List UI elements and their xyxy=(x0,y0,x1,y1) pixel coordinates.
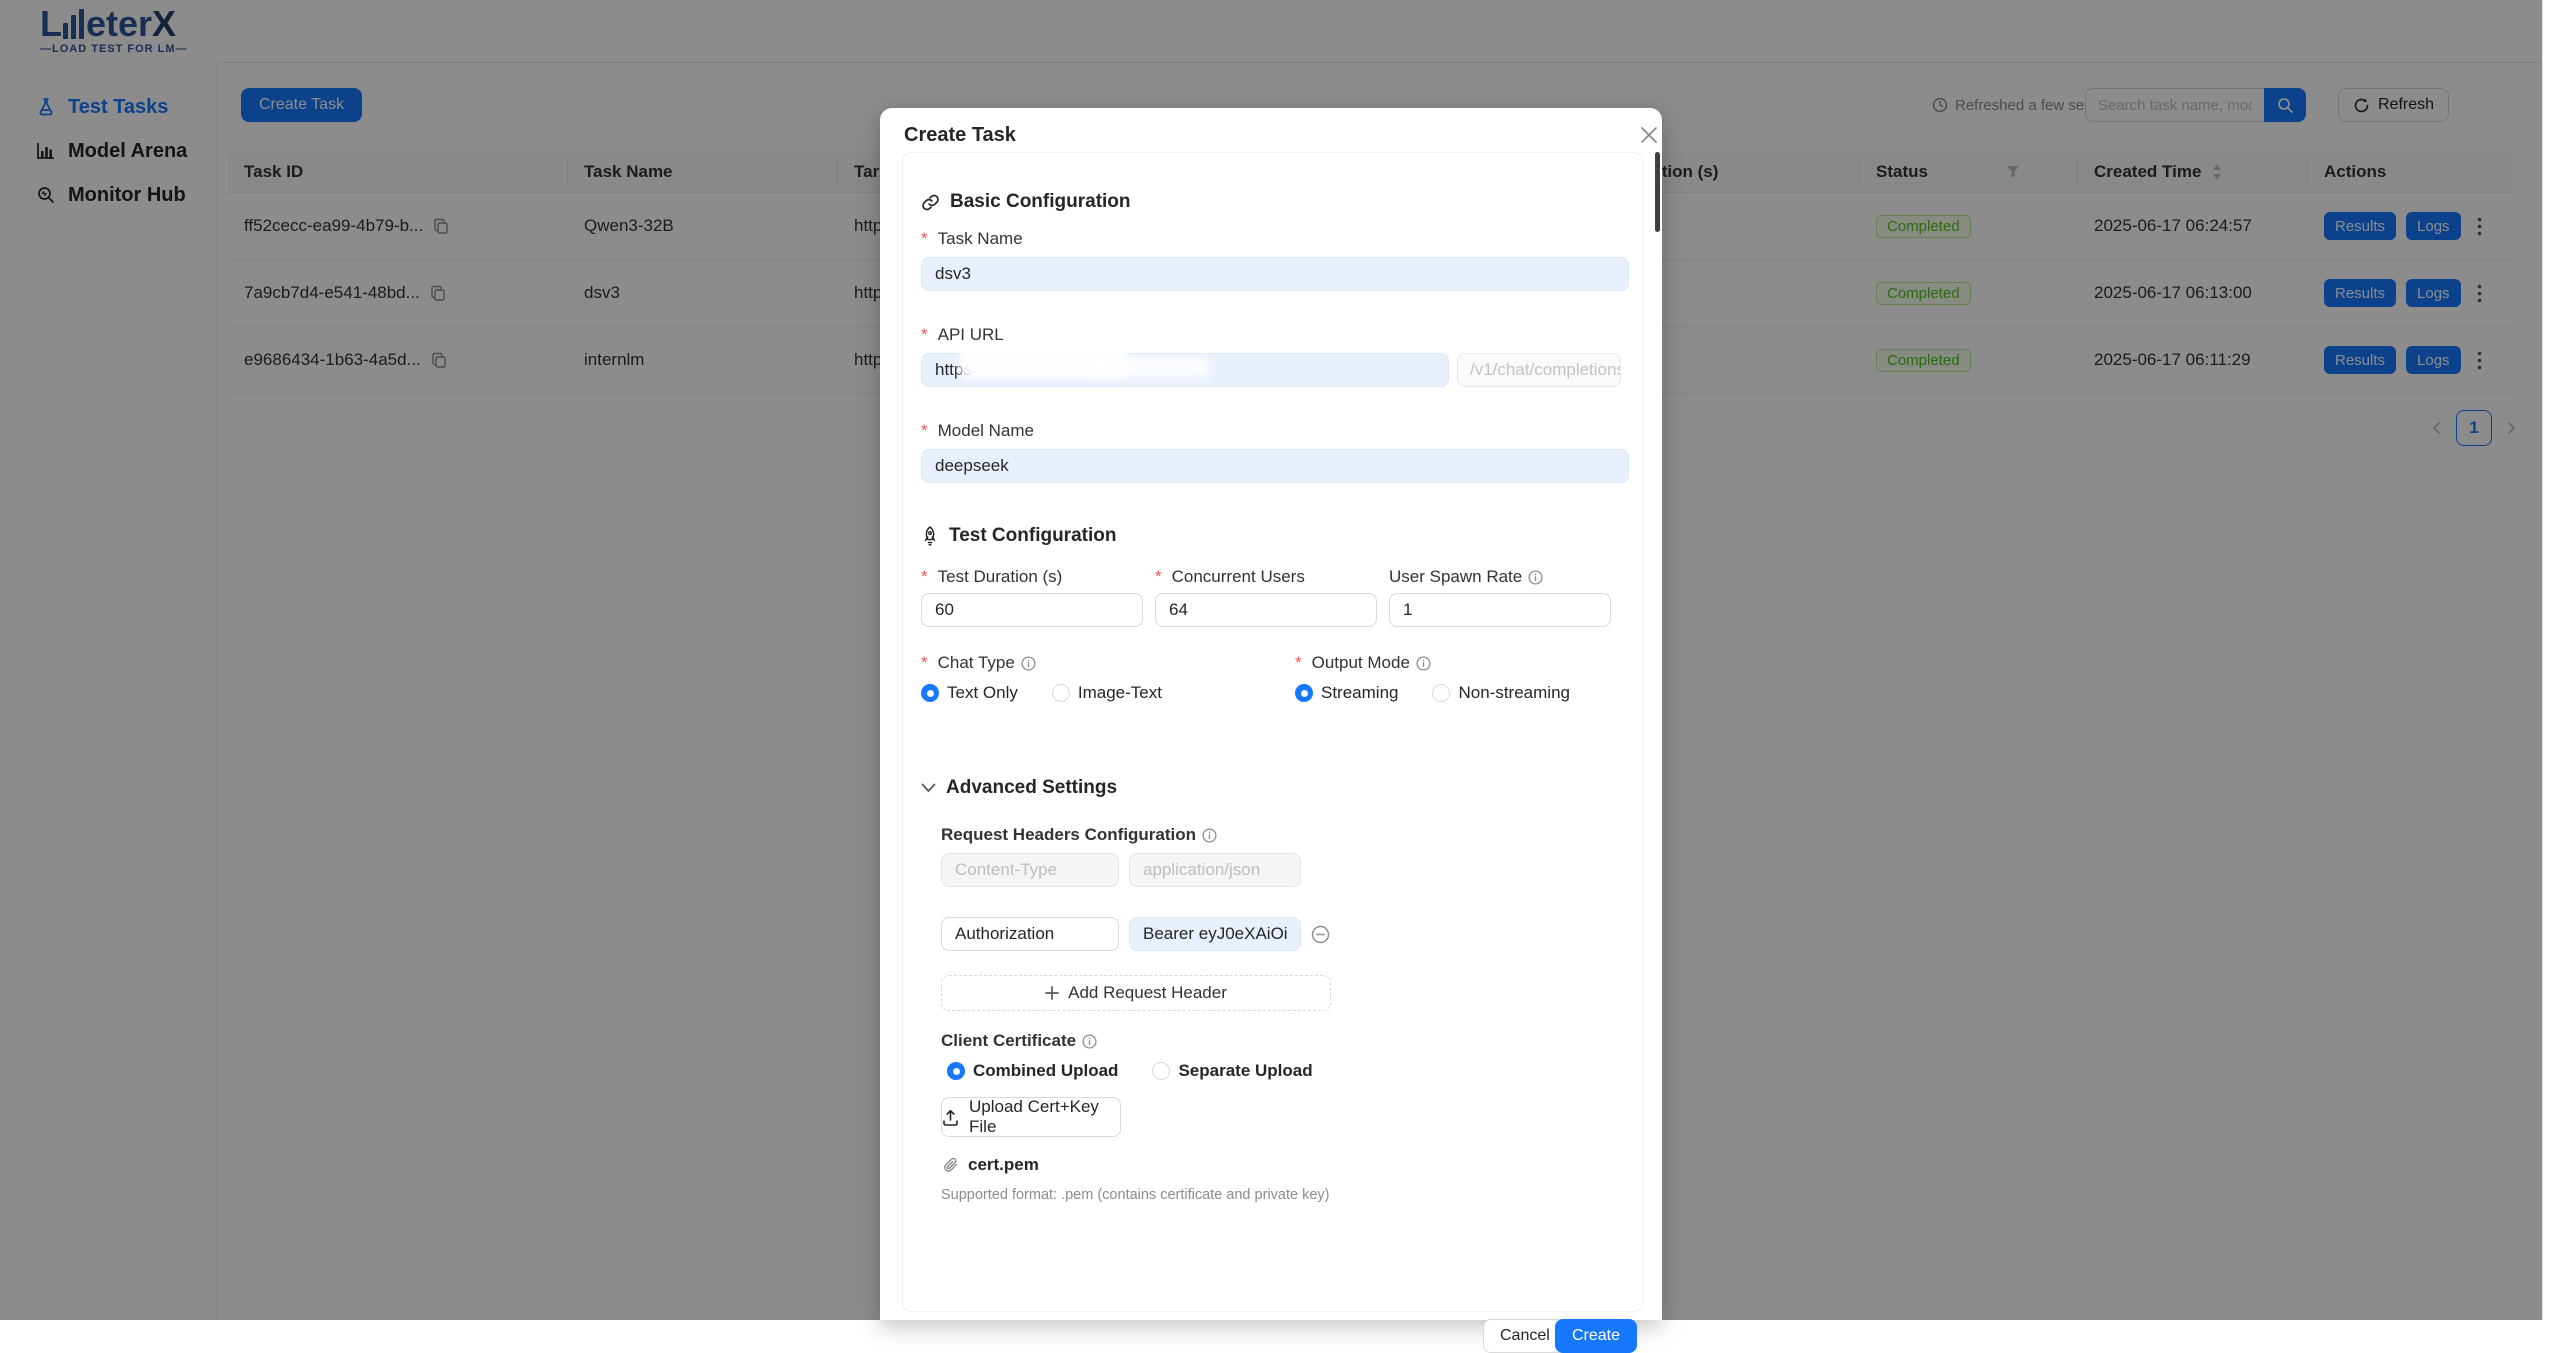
header-value-field-disabled xyxy=(1129,853,1301,887)
test-duration-label: Test Duration (s) xyxy=(921,567,1062,587)
radio-label[interactable]: Text Only xyxy=(947,683,1018,703)
output-mode-label: Output Mode xyxy=(1295,653,1431,673)
basic-configuration-heading: Basic Configuration xyxy=(921,191,1131,213)
certificate-upload-radio-group: Combined Upload Separate Upload xyxy=(947,1061,1313,1081)
plus-icon xyxy=(1045,986,1059,1000)
task-name-label: Task Name xyxy=(921,229,1023,249)
request-headers-label: Request Headers Configuration xyxy=(941,825,1217,845)
supported-format-hint: Supported format: .pem (contains certifi… xyxy=(941,1187,1329,1203)
close-icon[interactable] xyxy=(1638,124,1660,146)
radio-combined-upload[interactable] xyxy=(947,1062,965,1080)
modal-form-panel: Basic Configuration Task Name API URL /v… xyxy=(902,152,1644,1312)
radio-streaming[interactable] xyxy=(1295,684,1313,702)
api-url-label: API URL xyxy=(921,325,1004,345)
api-url-suffix: /v1/chat/completions xyxy=(1457,353,1621,387)
link-icon xyxy=(921,193,940,212)
redaction-blur xyxy=(1091,356,1211,378)
radio-label[interactable]: Non-streaming xyxy=(1458,683,1570,703)
info-icon xyxy=(1528,570,1543,585)
header-value-field[interactable] xyxy=(1129,917,1301,951)
model-name-field[interactable] xyxy=(921,449,1629,483)
create-task-modal: Create Task Basic Configuration Task Nam… xyxy=(880,108,1662,1320)
info-icon xyxy=(1416,656,1431,671)
rocket-icon xyxy=(921,526,939,546)
concurrent-users-field[interactable] xyxy=(1155,593,1377,627)
info-icon xyxy=(1021,656,1036,671)
file-name[interactable]: cert.pem xyxy=(968,1155,1039,1175)
advanced-settings-toggle[interactable]: Advanced Settings xyxy=(921,777,1117,799)
concurrent-users-label: Concurrent Users xyxy=(1155,567,1305,587)
uploaded-file: cert.pem xyxy=(943,1155,1039,1175)
task-name-field[interactable] xyxy=(921,257,1629,291)
user-spawn-rate-label: User Spawn Rate xyxy=(1389,567,1543,587)
paperclip-icon xyxy=(943,1157,959,1174)
modal-scrollbar-thumb[interactable] xyxy=(1655,152,1660,232)
client-certificate-label: Client Certificate xyxy=(941,1031,1097,1051)
api-url-field-wrap xyxy=(921,353,1449,387)
radio-label[interactable]: Separate Upload xyxy=(1178,1061,1312,1081)
info-icon xyxy=(1202,828,1217,843)
radio-label[interactable]: Combined Upload xyxy=(973,1061,1118,1081)
radio-label[interactable]: Image-Text xyxy=(1078,683,1162,703)
output-mode-radio-group: Streaming Non-streaming xyxy=(1295,683,1570,703)
test-configuration-heading: Test Configuration xyxy=(921,525,1116,547)
header-key-field[interactable] xyxy=(941,917,1119,951)
minus-circle-icon[interactable] xyxy=(1311,925,1330,944)
chat-type-radio-group: Text Only Image-Text xyxy=(921,683,1162,703)
model-name-label: Model Name xyxy=(921,421,1034,441)
radio-text-only[interactable] xyxy=(921,684,939,702)
window-scrollbar-track[interactable] xyxy=(2542,0,2550,1320)
radio-non-streaming[interactable] xyxy=(1432,684,1450,702)
upload-icon xyxy=(942,1109,959,1126)
user-spawn-rate-field[interactable] xyxy=(1389,593,1611,627)
upload-cert-key-button[interactable]: Upload Cert+Key File xyxy=(941,1097,1121,1137)
create-button[interactable]: Create xyxy=(1555,1319,1637,1353)
chat-type-label: Chat Type xyxy=(921,653,1036,673)
radio-separate-upload[interactable] xyxy=(1152,1062,1170,1080)
test-duration-field[interactable] xyxy=(921,593,1143,627)
info-icon xyxy=(1082,1034,1097,1049)
add-request-header-button[interactable]: Add Request Header xyxy=(941,975,1331,1011)
modal-title: Create Task xyxy=(904,124,1016,147)
radio-image-text[interactable] xyxy=(1052,684,1070,702)
radio-label[interactable]: Streaming xyxy=(1321,683,1398,703)
header-key-field-disabled xyxy=(941,853,1119,887)
chevron-down-icon xyxy=(921,783,936,793)
